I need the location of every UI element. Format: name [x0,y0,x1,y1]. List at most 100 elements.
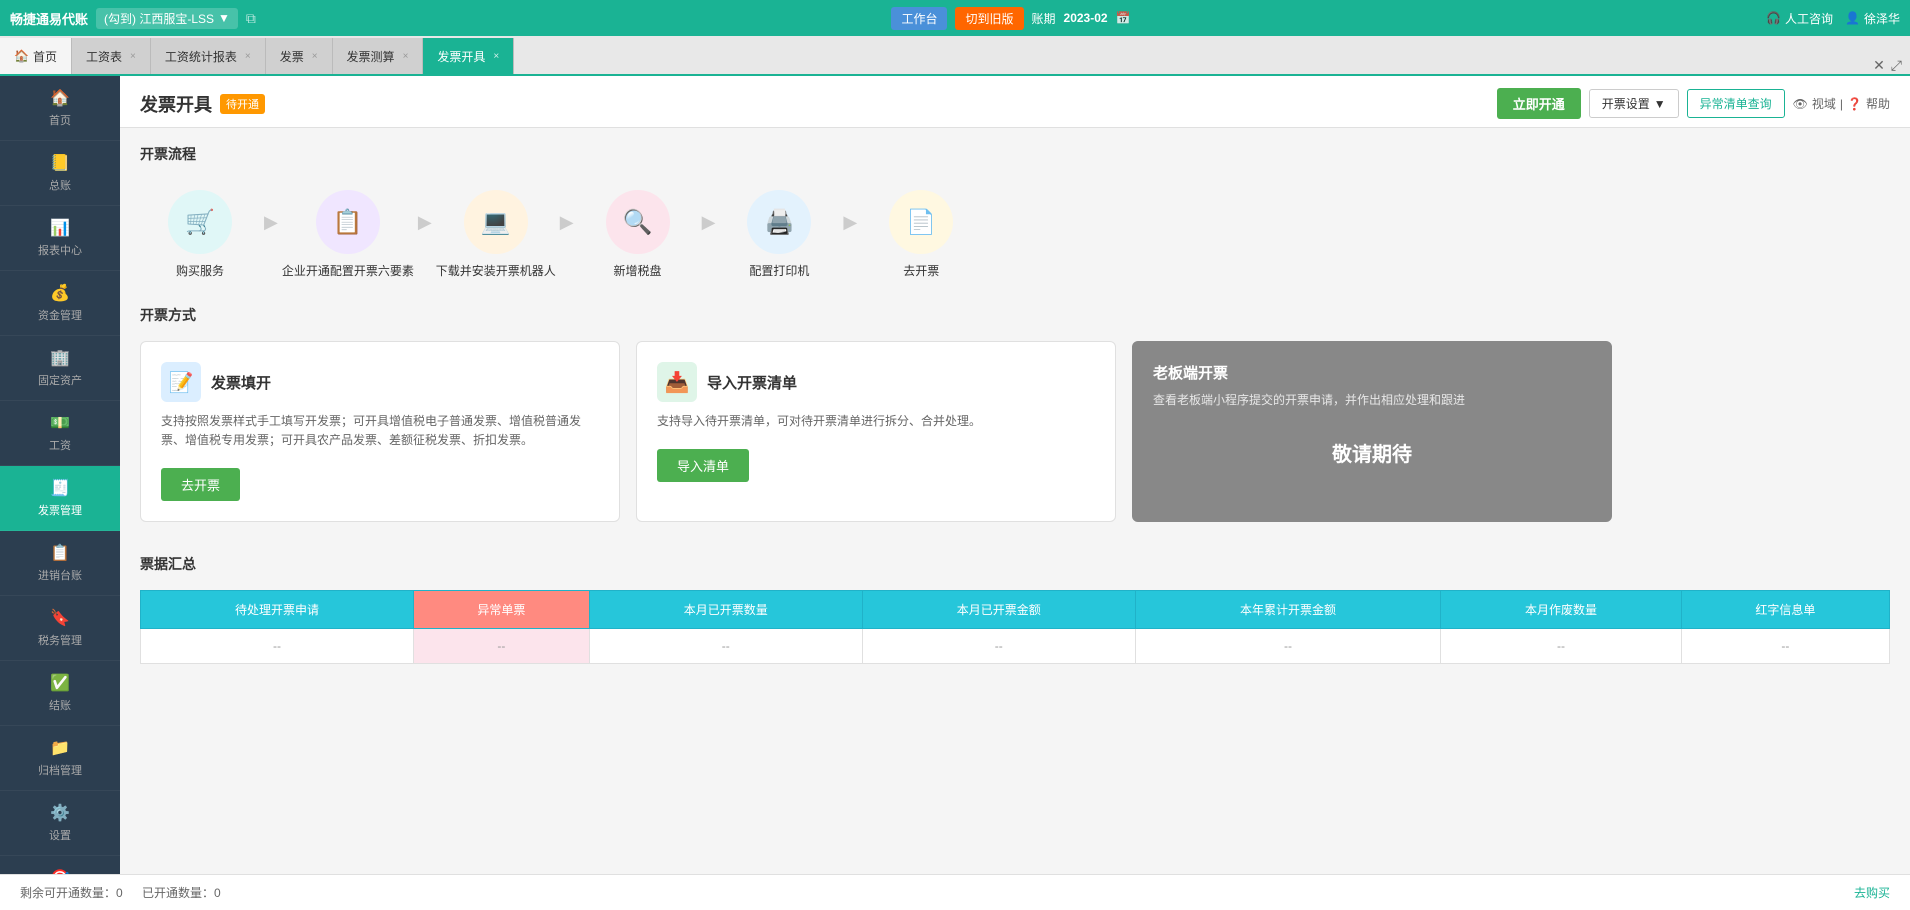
ledger-icon: 📒 [50,153,70,173]
user-icon: 👤 [1845,11,1860,25]
sidebar-item-reports[interactable]: 📊 报表中心 [0,206,120,271]
flow-step-buy[interactable]: 🛒 购买服务 [140,190,260,279]
buy-service-icon: 🛒 [168,190,232,254]
capital-icon: 💰 [50,283,70,303]
config-icon: 📋 [316,190,380,254]
sidebar-item-assets[interactable]: 🏢 固定资产 [0,336,120,401]
val-today-count: -- [589,629,862,664]
settings-button[interactable]: 开票设置 ▼ [1589,89,1679,118]
invoice-mgmt-icon: 🧾 [50,478,70,498]
method-card-manual: 📝 发票填开 支持按照发票样式手工填写开发票；可开具增值税电子普通发票、增值税普… [140,341,620,522]
tax-icon: 🔖 [50,608,70,628]
flow-step-taxdisk[interactable]: 🔍 新增税盘 [578,190,698,279]
summary-section: 票据汇总 待处理开票申请 异常单票 本月已开票数量 本月已开票金额 本年累计开票… [120,554,1910,680]
summary-table: 待处理开票申请 异常单票 本月已开票数量 本月已开票金额 本年累计开票金额 本月… [140,590,1890,664]
assets-icon: 🏢 [50,348,70,368]
tab-invoice-issue[interactable]: 发票开具 × [423,38,514,74]
sidebar-item-purchase-sales[interactable]: 📋 进销台账 [0,531,120,596]
help-icon: ❓ [1847,97,1862,111]
col-today-count: 本月已开票数量 [589,591,862,629]
sidebar-item-settings[interactable]: ⚙️ 设置 [0,791,120,856]
calendar-icon[interactable]: 📅 [1116,11,1131,25]
flow-step-config[interactable]: 📋 企业开通配置开票六要素 [282,190,414,279]
import-list-button[interactable]: 导入清单 [657,449,749,482]
arrow-2: ▶ [418,212,432,233]
content-area: 发票开具 待开通 立即开通 开票设置 ▼ 异常清单查询 👁 视域 | ❓ 帮助 [120,76,1910,874]
sidebar-item-salary[interactable]: 💵 工资 [0,401,120,466]
tab-salary-stats[interactable]: 工资统计报表 × [151,38,266,74]
sidebar: 🏠 首页 📒 总账 📊 报表中心 💰 资金管理 🏢 固定资产 💵 工资 🧾 发票… [0,76,120,874]
val-year-amount: -- [1135,629,1440,664]
sidebar-item-tax[interactable]: 🔖 税务管理 [0,596,120,661]
val-anomaly: -- [414,629,590,664]
sidebar-item-guide[interactable]: 🎯 新手引导 [0,856,120,874]
method-import-header: 📥 导入开票清单 [657,362,1095,402]
sidebar-item-ledger[interactable]: 📒 总账 [0,141,120,206]
tab-invoice[interactable]: 发票 × [266,38,333,74]
col-void-count: 本月作废数量 [1441,591,1682,629]
flow-step-download[interactable]: 💻 下载并安装开票机器人 [436,190,556,279]
flow-step-printer[interactable]: 🖨️ 配置打印机 [719,190,839,279]
user-menu[interactable]: 👤 徐泽华 [1845,10,1900,27]
method-card-boss: 老板端开票 查看老板端小程序提交的开票申请，并作出相应处理和跟进 敬请期待 [1132,341,1612,522]
page-footer: 剩余可开通数量：0 已开通数量：0 去购买 [0,874,1910,910]
tab-close-invoice[interactable]: × [312,51,318,62]
top-bar-left: 畅捷通易代账 (勾到) 江西服宝-LSS ▼ ⧉ [10,8,256,29]
tab-close-invoice-calc[interactable]: × [403,51,409,62]
sidebar-item-home[interactable]: 🏠 首页 [0,76,120,141]
service-button[interactable]: 🎧 人工咨询 [1766,10,1833,27]
activate-button[interactable]: 立即开通 [1497,88,1581,119]
tab-salary[interactable]: 工资表 × [72,38,151,74]
main-layout: 🏠 首页 📒 总账 📊 报表中心 💰 资金管理 🏢 固定资产 💵 工资 🧾 发票… [0,76,1910,874]
switch-old-button[interactable]: 切到旧版 [955,7,1023,30]
go-issue-button[interactable]: 去开票 [161,468,240,501]
issue-icon: 📄 [889,190,953,254]
copy-icon[interactable]: ⧉ [246,10,256,27]
sidebar-item-archive[interactable]: 📁 归档管理 [0,726,120,791]
printer-icon: 🖨️ [747,190,811,254]
footer-info: 剩余可开通数量：0 已开通数量：0 [20,884,221,901]
app-logo: 畅捷通易代账 [10,9,88,28]
headset-icon: 🎧 [1766,11,1781,25]
tab-close-salary[interactable]: × [130,51,136,62]
tab-controls: ✕ ⤢ [1873,57,1910,74]
tab-close-salary-stats[interactable]: × [245,51,251,62]
tab-close-invoice-issue[interactable]: × [493,51,499,62]
page-title: 发票开具 [140,91,212,117]
settings-icon: ⚙️ [50,803,70,823]
purchase-sales-icon: 📋 [50,543,70,563]
company-selector[interactable]: (勾到) 江西服宝-LSS ▼ [96,8,238,29]
methods-section: 开票方式 📝 发票填开 支持按照发票样式手工填写开发票；可开具增值税电子普通发票… [120,305,1910,554]
sidebar-item-capital[interactable]: 💰 资金管理 [0,271,120,336]
methods-row: 📝 发票填开 支持按照发票样式手工填写开发票；可开具增值税电子普通发票、增值税普… [140,341,1890,522]
page-controls: 👁 视域 | ❓ 帮助 [1793,95,1890,112]
top-bar-center: 工作台 切到旧版 账期 2023-02 📅 [891,7,1130,30]
anomaly-button[interactable]: 异常清单查询 [1687,89,1785,118]
page-header: 发票开具 待开通 立即开通 开票设置 ▼ 异常清单查询 👁 视域 | ❓ 帮助 [120,76,1910,128]
flow-title: 开票流程 [140,144,1890,164]
method-boss-header: 老板端开票 [1153,362,1591,383]
flow-steps: 🛒 购买服务 ▶ 📋 企业开通配置开票六要素 ▶ 💻 下载并安装开票机器人 ▶ … [140,180,1890,289]
tab-home[interactable]: 🏠 首页 [0,38,72,74]
sidebar-item-settlement[interactable]: ✅ 结账 [0,661,120,726]
method-manual-header: 📝 发票填开 [161,362,599,402]
eye-icon: 👁 [1793,97,1808,111]
salary-icon: 💵 [50,413,70,433]
workspace-button[interactable]: 工作台 [891,7,947,30]
page-title-row: 发票开具 待开通 [140,91,265,117]
period-label: 账期 [1032,10,1056,27]
arrow-4: ▶ [702,212,716,233]
settlement-icon: ✅ [50,673,70,693]
top-bar: 畅捷通易代账 (勾到) 江西服宝-LSS ▼ ⧉ 工作台 切到旧版 账期 202… [0,0,1910,36]
close-all-icon[interactable]: ✕ [1873,57,1885,74]
tab-invoice-calc[interactable]: 发票测算 × [333,38,424,74]
val-today-amount: -- [862,629,1135,664]
buy-link[interactable]: 去购买 [1854,884,1890,901]
flow-step-issue[interactable]: 📄 去开票 [861,190,981,279]
val-pending: -- [141,629,414,664]
home-icon: 🏠 [50,88,70,108]
arrow-5: ▶ [843,212,857,233]
chevron-down-icon: ▼ [1654,97,1666,111]
expand-icon[interactable]: ⤢ [1891,57,1902,74]
sidebar-item-invoice-mgmt[interactable]: 🧾 发票管理 [0,466,120,531]
